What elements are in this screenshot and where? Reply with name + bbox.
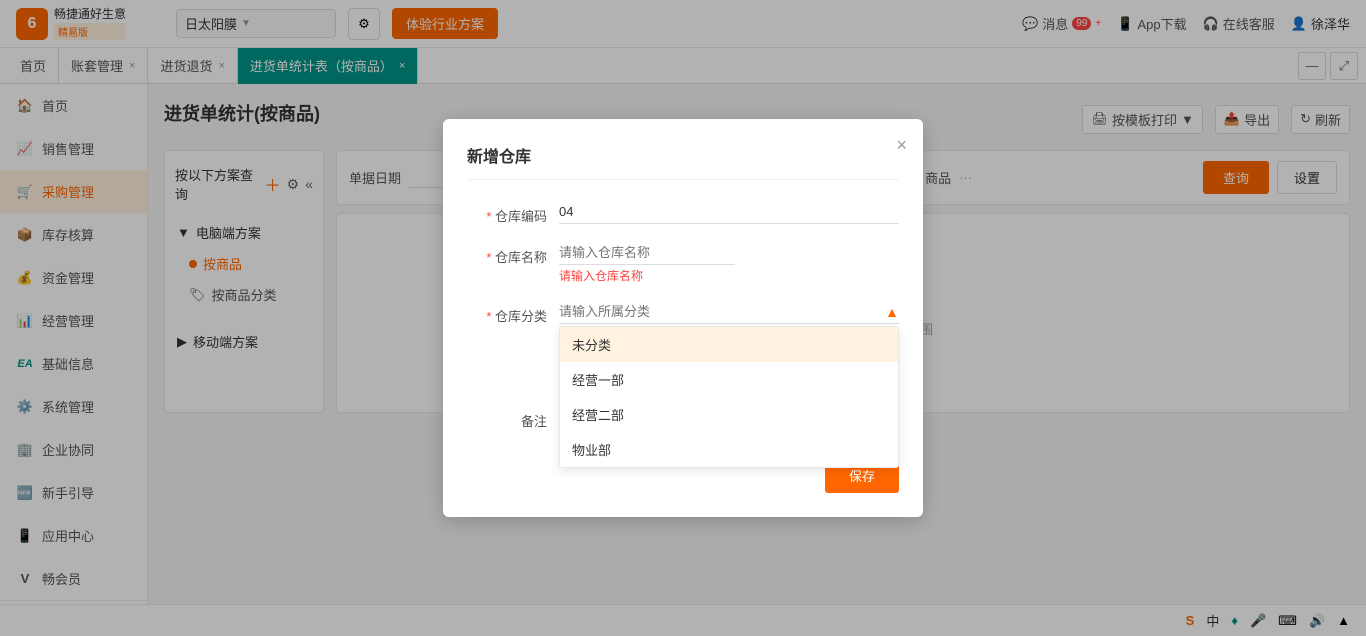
category-dropdown-list: 未分类 经营一部 经营二部 物业部 xyxy=(559,326,899,468)
dropdown-option-ops1[interactable]: 经营一部 xyxy=(560,362,898,397)
name-error-msg: 请输入仓库名称 xyxy=(559,267,899,284)
category-dropdown-wrapper: ▲ 未分类 经营一部 经营二部 物业部 xyxy=(559,300,899,324)
name-label: 仓库名称 xyxy=(467,241,547,266)
new-warehouse-modal: 新增仓库 × 仓库编码 仓库名称 请输入仓库名称 仓库分类 ▲ xyxy=(443,119,923,517)
modal-close-button[interactable]: × xyxy=(896,135,907,156)
modal-backdrop[interactable]: 新增仓库 × 仓库编码 仓库名称 请输入仓库名称 仓库分类 ▲ xyxy=(0,0,1366,636)
form-row-code: 仓库编码 xyxy=(467,200,899,225)
dropdown-option-property[interactable]: 物业部 xyxy=(560,432,898,467)
modal-title: 新增仓库 xyxy=(467,143,899,180)
form-row-category: 仓库分类 ▲ 未分类 经营一部 经营二部 物业部 xyxy=(467,300,899,325)
code-input[interactable] xyxy=(559,200,899,224)
category-label: 仓库分类 xyxy=(467,300,547,325)
code-label: 仓库编码 xyxy=(467,200,547,225)
form-row-name: 仓库名称 请输入仓库名称 xyxy=(467,241,899,284)
dropdown-option-ops2[interactable]: 经营二部 xyxy=(560,397,898,432)
category-dropdown-arrow[interactable]: ▲ xyxy=(885,304,899,320)
note-label: 备注 xyxy=(467,405,547,430)
category-input[interactable] xyxy=(559,300,899,324)
name-input[interactable] xyxy=(559,241,735,265)
dropdown-option-none[interactable]: 未分类 xyxy=(560,327,898,362)
